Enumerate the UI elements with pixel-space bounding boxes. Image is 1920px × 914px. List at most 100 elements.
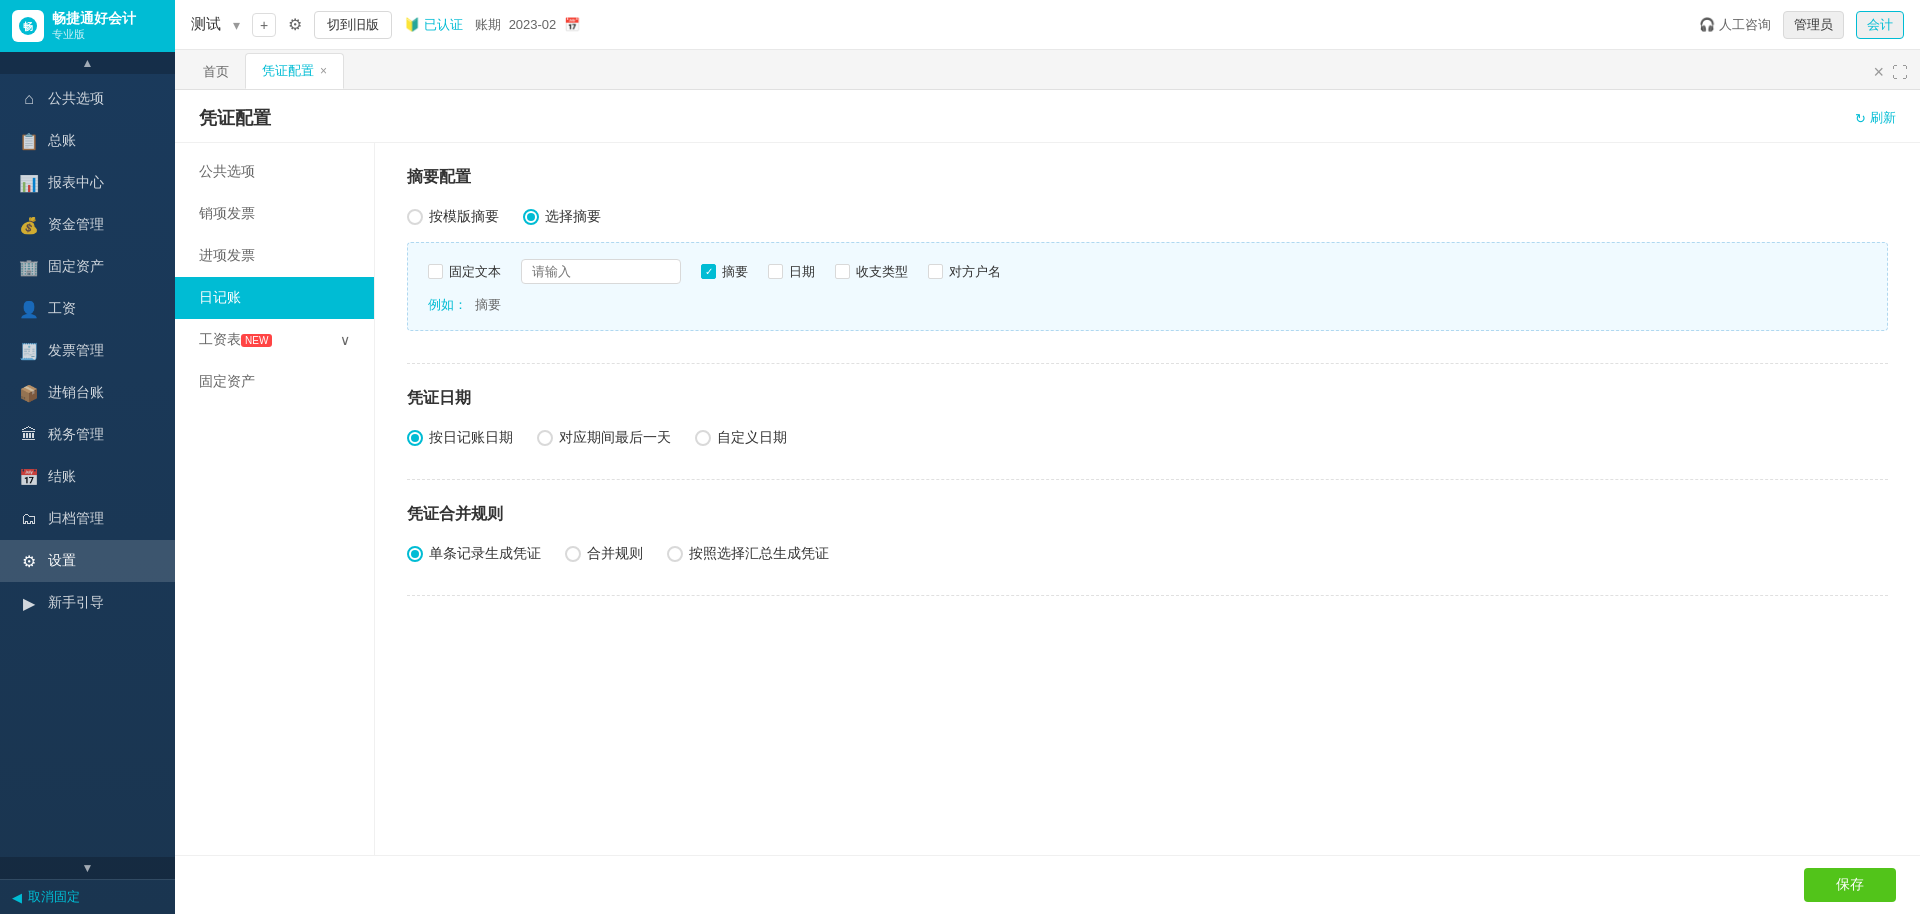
sidebar-item-reports[interactable]: 📊 报表中心 bbox=[0, 162, 175, 204]
calendar-icon[interactable]: 📅 bbox=[564, 17, 580, 32]
summary-checkbox: ✓ bbox=[701, 264, 716, 279]
checkbox-date[interactable]: 日期 bbox=[768, 263, 815, 281]
right-content: 摘要配置 按模版摘要 选择摘要 bbox=[375, 143, 1920, 914]
sidebar-scroll-down[interactable]: ▼ bbox=[0, 857, 175, 879]
radio-journal-circle bbox=[407, 430, 423, 446]
fullscreen-icon[interactable]: ⛶ bbox=[1892, 64, 1908, 82]
content-inner: 凭证配置 ↻ 刷新 公共选项 销项发票 进项发票 日记账 bbox=[175, 90, 1920, 914]
arrow-down-icon: ∨ bbox=[340, 332, 350, 348]
sidebar-nav: ⌂ 公共选项 📋 总账 📊 报表中心 💰 资金管理 🏢 固定资产 👤 工资 🧾 … bbox=[0, 74, 175, 857]
summary-config-box: 固定文本 ✓ 摘要 日期 bbox=[407, 242, 1888, 331]
sidebar-scroll-up[interactable]: ▲ bbox=[0, 52, 175, 74]
company-dropdown[interactable]: ▾ bbox=[233, 17, 240, 33]
tabbar: 首页 凭证配置 × × ⛶ bbox=[175, 50, 1920, 90]
merge-rules-title: 凭证合并规则 bbox=[407, 504, 1888, 525]
funds-icon: 💰 bbox=[20, 216, 38, 234]
logo-text: 畅捷通好会计 专业版 bbox=[52, 10, 136, 42]
sidebar-item-sales-purchase[interactable]: 📦 进销台账 bbox=[0, 372, 175, 414]
tab-home[interactable]: 首页 bbox=[187, 55, 245, 89]
merge-radio-single[interactable]: 单条记录生成凭证 bbox=[407, 545, 541, 563]
admin-button[interactable]: 管理员 bbox=[1783, 11, 1844, 39]
payroll-icon: 👤 bbox=[20, 300, 38, 318]
unpin-icon: ◀ bbox=[12, 890, 22, 905]
summary-radio-group: 按模版摘要 选择摘要 bbox=[407, 208, 1888, 226]
radio-circle-template bbox=[407, 209, 423, 225]
sidebar-item-invoice[interactable]: 🧾 发票管理 bbox=[0, 330, 175, 372]
checkbox-summary[interactable]: ✓ 摘要 bbox=[701, 263, 748, 281]
checkbox-income-type[interactable]: 收支类型 bbox=[835, 263, 908, 281]
example-row: 例如： 摘要 bbox=[428, 296, 1867, 314]
fixed-text-input[interactable] bbox=[521, 259, 681, 284]
menu-item-sales-invoice[interactable]: 销项发票 bbox=[175, 193, 374, 235]
sidebar-logo: 畅 畅捷通好会计 专业版 bbox=[0, 0, 175, 52]
radio-period-last-circle bbox=[537, 430, 553, 446]
sidebar-item-tax[interactable]: 🏛 税务管理 bbox=[0, 414, 175, 456]
save-button[interactable]: 保存 bbox=[1804, 868, 1896, 902]
tab-close-icon[interactable]: × bbox=[320, 64, 327, 78]
footer: 保存 bbox=[175, 855, 1920, 914]
summary-radio-template[interactable]: 按模版摘要 bbox=[407, 208, 499, 226]
example-value: 摘要 bbox=[475, 297, 501, 312]
menu-item-journal[interactable]: 日记账 bbox=[175, 277, 374, 319]
sidebar-unpin[interactable]: ◀ 取消固定 bbox=[0, 879, 175, 914]
period-label: 账期 2023-02 📅 bbox=[475, 16, 580, 34]
radio-summary-circle bbox=[667, 546, 683, 562]
date-radio-journal[interactable]: 按日记账日期 bbox=[407, 429, 513, 447]
old-version-button[interactable]: 切到旧版 bbox=[314, 11, 392, 39]
sidebar-item-archive[interactable]: 🗂 归档管理 bbox=[0, 498, 175, 540]
menu-item-purchase-invoice[interactable]: 进项发票 bbox=[175, 235, 374, 277]
sidebar-item-home[interactable]: ⌂ 公共选项 bbox=[0, 78, 175, 120]
tax-icon: 🏛 bbox=[20, 426, 38, 444]
left-menu: 公共选项 销项发票 进项发票 日记账 工资表 NEW ∨ bbox=[175, 143, 375, 914]
fixed-text-checkbox bbox=[428, 264, 443, 279]
counterpart-checkbox bbox=[928, 264, 943, 279]
tab-voucher-config[interactable]: 凭证配置 × bbox=[245, 53, 344, 89]
refresh-button[interactable]: ↻ 刷新 bbox=[1855, 109, 1896, 127]
date-radio-custom[interactable]: 自定义日期 bbox=[695, 429, 787, 447]
section-voucher-date: 凭证日期 按日记账日期 对应期间最后一天 自定义日期 bbox=[407, 388, 1888, 447]
merge-radio-summary[interactable]: 按照选择汇总生成凭证 bbox=[667, 545, 829, 563]
checkbox-row: 固定文本 ✓ 摘要 日期 bbox=[428, 259, 1867, 284]
invoice-icon: 🧾 bbox=[20, 342, 38, 360]
section-summary-config: 摘要配置 按模版摘要 选择摘要 bbox=[407, 167, 1888, 331]
settings-gear-icon[interactable]: ⚙ bbox=[288, 15, 302, 34]
add-tab-button[interactable]: + bbox=[252, 13, 276, 37]
merge-radio-rules[interactable]: 合并规则 bbox=[565, 545, 643, 563]
sidebar-item-guide[interactable]: ▶ 新手引导 bbox=[0, 582, 175, 624]
reports-icon: 📊 bbox=[20, 174, 38, 192]
divider-3 bbox=[407, 595, 1888, 596]
close-window-icon[interactable]: × bbox=[1873, 62, 1884, 83]
radio-rules-circle bbox=[565, 546, 581, 562]
menu-item-public[interactable]: 公共选项 bbox=[175, 151, 374, 193]
checkbox-fixed-text[interactable]: 固定文本 bbox=[428, 263, 501, 281]
checkbox-counterpart[interactable]: 对方户名 bbox=[928, 263, 1001, 281]
date-radio-group: 按日记账日期 对应期间最后一天 自定义日期 bbox=[407, 429, 1888, 447]
sidebar-item-settings[interactable]: ⚙ 设置 bbox=[0, 540, 175, 582]
svg-text:畅: 畅 bbox=[23, 21, 33, 32]
fixed-assets-icon: 🏢 bbox=[20, 258, 38, 276]
sidebar-item-funds[interactable]: 💰 资金管理 bbox=[0, 204, 175, 246]
summary-radio-select[interactable]: 选择摘要 bbox=[523, 208, 601, 226]
menu-item-payslip[interactable]: 工资表 NEW ∨ bbox=[175, 319, 374, 361]
company-name: 测试 bbox=[191, 15, 221, 34]
headset-icon: 🎧 bbox=[1699, 17, 1715, 32]
logo-icon: 畅 bbox=[12, 10, 44, 42]
page-title: 凭证配置 bbox=[199, 106, 271, 130]
archive-icon: 🗂 bbox=[20, 510, 38, 528]
accountant-button[interactable]: 会计 bbox=[1856, 11, 1904, 39]
merge-radio-group: 单条记录生成凭证 合并规则 按照选择汇总生成凭证 bbox=[407, 545, 1888, 563]
date-radio-period-last[interactable]: 对应期间最后一天 bbox=[537, 429, 671, 447]
sidebar-item-fixed-assets[interactable]: 🏢 固定资产 bbox=[0, 246, 175, 288]
sidebar-item-ledger[interactable]: 📋 总账 bbox=[0, 120, 175, 162]
sidebar-item-payroll[interactable]: 👤 工资 bbox=[0, 288, 175, 330]
menu-item-fixed-assets-sub[interactable]: 固定资产 bbox=[175, 361, 374, 403]
divider-1 bbox=[407, 363, 1888, 364]
support-button[interactable]: 🎧 人工咨询 bbox=[1699, 16, 1771, 34]
voucher-date-title: 凭证日期 bbox=[407, 388, 1888, 409]
sidebar-item-closing[interactable]: 📅 结账 bbox=[0, 456, 175, 498]
radio-single-circle bbox=[407, 546, 423, 562]
guide-icon: ▶ bbox=[20, 594, 38, 612]
divider-2 bbox=[407, 479, 1888, 480]
ledger-icon: 📋 bbox=[20, 132, 38, 150]
main-layout: 公共选项 销项发票 进项发票 日记账 工资表 NEW ∨ bbox=[175, 143, 1920, 914]
